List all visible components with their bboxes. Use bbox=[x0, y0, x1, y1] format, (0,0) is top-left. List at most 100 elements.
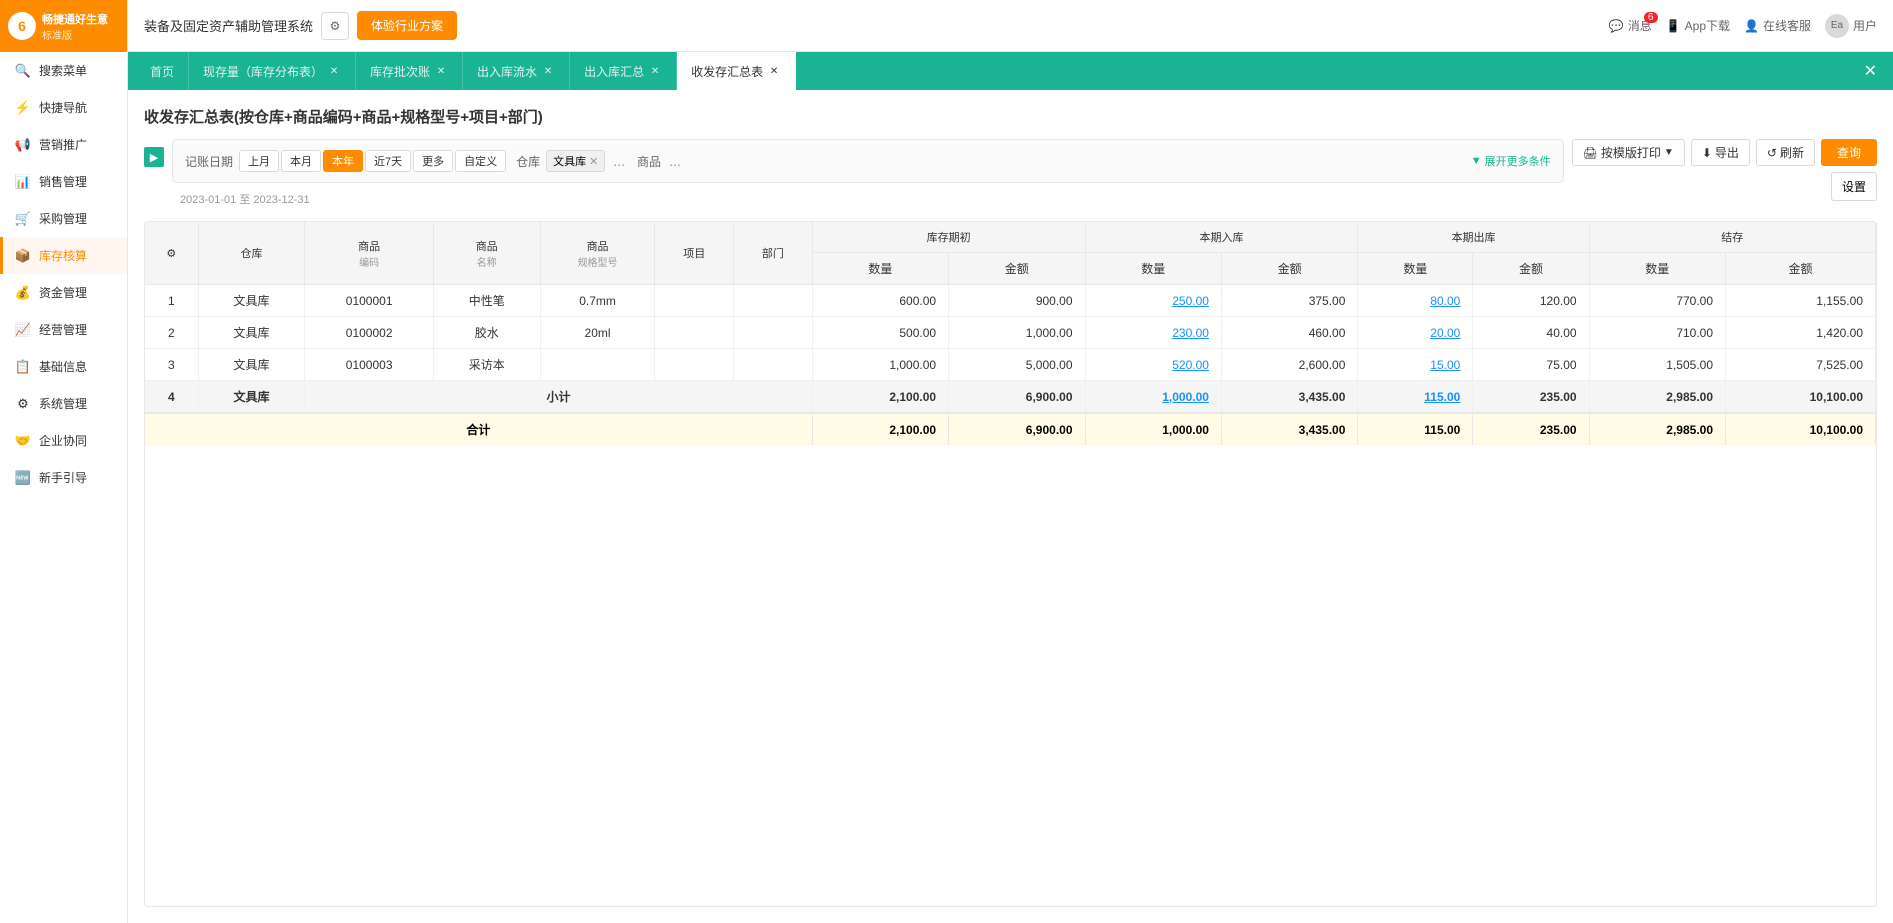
col-code-header: 商品编码 bbox=[305, 222, 433, 285]
col-settings[interactable]: ⚙ bbox=[145, 222, 198, 285]
sidebar-item-sales[interactable]: 📊 销售管理 bbox=[0, 163, 127, 200]
sidebar-item-marketing[interactable]: 📢 营销推广 bbox=[0, 126, 127, 163]
tab-recv-send[interactable]: 收发存汇总表 ✕ bbox=[677, 52, 796, 90]
sidebar-item-enterprise[interactable]: 🤝 企业协同 bbox=[0, 422, 127, 459]
date-btn-this-month[interactable]: 本月 bbox=[281, 150, 321, 172]
tab-bar-close-button[interactable]: ✕ bbox=[1856, 61, 1885, 81]
date-btn-last-month[interactable]: 上月 bbox=[239, 150, 279, 172]
row-bal-amt: 7,525.00 bbox=[1726, 349, 1876, 381]
subtotal-in-qty[interactable]: 1,000.00 bbox=[1085, 381, 1221, 414]
tab-inventory-dist-label: 现存量（库存分布表） bbox=[203, 63, 323, 80]
tab-bar: 首页 现存量（库存分布表） ✕ 库存批次账 ✕ 出入库流水 ✕ 出入库汇总 ✕ … bbox=[128, 52, 1893, 90]
sidebar-item-quick[interactable]: ⚡ 快捷导航 bbox=[0, 89, 127, 126]
filter-expand-arrow[interactable]: ▶ bbox=[144, 147, 164, 167]
row-in-qty[interactable]: 250.00 bbox=[1085, 285, 1221, 317]
sidebar-item-label: 销售管理 bbox=[39, 173, 87, 190]
app-download-action[interactable]: 📱 App下载 bbox=[1666, 17, 1730, 34]
tab-batch[interactable]: 库存批次账 ✕ bbox=[356, 52, 463, 90]
date-filter-label: 记账日期 bbox=[185, 153, 233, 170]
print-button[interactable]: 🖨 按模版打印 ▼ bbox=[1572, 139, 1685, 166]
subtotal-out-qty[interactable]: 115.00 bbox=[1358, 381, 1473, 414]
row-out-qty[interactable]: 15.00 bbox=[1358, 349, 1473, 381]
col-in-header: 本期入库 bbox=[1085, 222, 1358, 253]
sidebar-item-search[interactable]: 🔍 搜索菜单 bbox=[0, 52, 127, 89]
tab-close-inventory-dist[interactable]: ✕ bbox=[327, 64, 341, 78]
date-btn-more[interactable]: 更多 bbox=[413, 150, 453, 172]
refresh-button[interactable]: ↺ 刷新 bbox=[1756, 139, 1815, 166]
row-in-qty[interactable]: 230.00 bbox=[1085, 317, 1221, 349]
col-bal-qty: 数量 bbox=[1589, 253, 1725, 285]
warehouse-tag-text: 文具库 bbox=[553, 153, 586, 169]
top-header: 装备及固定资产辅助管理系统 ⚙ 体验行业方案 💬 消息 6 📱 App下载 👤 … bbox=[128, 0, 1893, 52]
chevron-down-icon: ▼ bbox=[1664, 147, 1674, 158]
user-action[interactable]: Ea 用户 bbox=[1825, 14, 1877, 38]
warehouse-dots[interactable]: ... bbox=[613, 153, 625, 169]
tab-inventory-dist[interactable]: 现存量（库存分布表） ✕ bbox=[189, 52, 356, 90]
col-out-header: 本期出库 bbox=[1358, 222, 1589, 253]
row-no: 2 bbox=[145, 317, 198, 349]
date-btn-custom[interactable]: 自定义 bbox=[455, 150, 506, 172]
row-init-amt: 5,000.00 bbox=[949, 349, 1085, 381]
sidebar-item-label: 快捷导航 bbox=[39, 99, 87, 116]
sidebar-item-guide[interactable]: 🆕 新手引导 bbox=[0, 459, 127, 496]
sidebar-item-system[interactable]: ⚙ 系统管理 bbox=[0, 385, 127, 422]
warehouse-tag-close[interactable]: ✕ bbox=[589, 155, 598, 168]
phone-icon: 📱 bbox=[1666, 19, 1681, 33]
query-button[interactable]: 查询 bbox=[1821, 139, 1877, 166]
finance-icon: 💰 bbox=[15, 285, 31, 301]
sidebar-logo: 6 畅捷通好生意 标准版 bbox=[0, 0, 127, 52]
logo-badge: 标准版 bbox=[42, 27, 108, 42]
tab-close-recv-send[interactable]: ✕ bbox=[767, 64, 781, 78]
header-left: 装备及固定资产辅助管理系统 ⚙ 体验行业方案 bbox=[144, 11, 457, 40]
row-project bbox=[655, 349, 734, 381]
row-name: 采访本 bbox=[433, 349, 540, 381]
tab-home[interactable]: 首页 bbox=[136, 52, 189, 90]
row-warehouse: 文具库 bbox=[198, 349, 305, 381]
message-action[interactable]: 💬 消息 6 bbox=[1609, 17, 1652, 34]
subtotal-no: 4 bbox=[145, 381, 198, 414]
tab-close-batch[interactable]: ✕ bbox=[434, 64, 448, 78]
tab-close-inout-flow[interactable]: ✕ bbox=[541, 64, 555, 78]
total-row: 合计 2,100.00 6,900.00 1,000.00 3,435.00 1… bbox=[145, 413, 1876, 445]
guide-icon: 🆕 bbox=[15, 470, 31, 486]
row-name: 胶水 bbox=[433, 317, 540, 349]
tab-recv-send-label: 收发存汇总表 bbox=[691, 63, 763, 80]
print-icon: 🖨 bbox=[1583, 146, 1598, 160]
goods-dots[interactable]: ... bbox=[669, 153, 681, 169]
sidebar-item-basic[interactable]: 📋 基础信息 bbox=[0, 348, 127, 385]
sidebar-item-inventory[interactable]: 📦 库存核算 bbox=[0, 237, 127, 274]
subtotal-row: 4 文具库 小计 2,100.00 6,900.00 1,000.00 3,43… bbox=[145, 381, 1876, 414]
date-btn-7days[interactable]: 近7天 bbox=[365, 150, 411, 172]
date-range-display: 2023-01-01 至 2023-12-31 bbox=[180, 194, 310, 206]
tab-inout-flow[interactable]: 出入库流水 ✕ bbox=[463, 52, 570, 90]
tab-inout-flow-label: 出入库流水 bbox=[477, 63, 537, 80]
tab-inout-summary[interactable]: 出入库汇总 ✕ bbox=[570, 52, 677, 90]
goods-filter-label: 商品 bbox=[637, 153, 661, 170]
row-out-qty[interactable]: 20.00 bbox=[1358, 317, 1473, 349]
date-btn-this-year[interactable]: 本年 bbox=[323, 150, 363, 172]
row-bal-amt: 1,420.00 bbox=[1726, 317, 1876, 349]
export-button[interactable]: ⬇ 导出 bbox=[1691, 139, 1750, 166]
row-project bbox=[655, 285, 734, 317]
expand-conditions-button[interactable]: ▼ 展开更多条件 bbox=[1471, 153, 1551, 169]
sidebar-item-label: 经营管理 bbox=[39, 321, 87, 338]
sidebar-item-purchase[interactable]: 🛒 采购管理 bbox=[0, 200, 127, 237]
col-in-amt: 金额 bbox=[1221, 253, 1357, 285]
user-label: 用户 bbox=[1853, 17, 1877, 34]
trial-button[interactable]: 体验行业方案 bbox=[357, 11, 457, 40]
tab-batch-label: 库存批次账 bbox=[370, 63, 430, 80]
settings-button[interactable]: 设置 bbox=[1831, 172, 1877, 201]
logo-text: 畅捷通好生意 标准版 bbox=[42, 11, 108, 42]
row-project bbox=[655, 317, 734, 349]
online-service-action[interactable]: 👤 在线客服 bbox=[1744, 17, 1811, 34]
sidebar-item-operation[interactable]: 📈 经营管理 bbox=[0, 311, 127, 348]
gear-button[interactable]: ⚙ bbox=[321, 12, 349, 40]
marketing-icon: 📢 bbox=[15, 137, 31, 153]
sidebar: 6 畅捷通好生意 标准版 🔍 搜索菜单 ⚡ 快捷导航 📢 营销推广 📊 销售管理… bbox=[0, 0, 128, 923]
online-service-label: 在线客服 bbox=[1763, 17, 1811, 34]
row-out-qty[interactable]: 80.00 bbox=[1358, 285, 1473, 317]
sidebar-item-finance[interactable]: 💰 资金管理 bbox=[0, 274, 127, 311]
row-no: 3 bbox=[145, 349, 198, 381]
tab-close-inout-summary[interactable]: ✕ bbox=[648, 64, 662, 78]
row-in-qty[interactable]: 520.00 bbox=[1085, 349, 1221, 381]
